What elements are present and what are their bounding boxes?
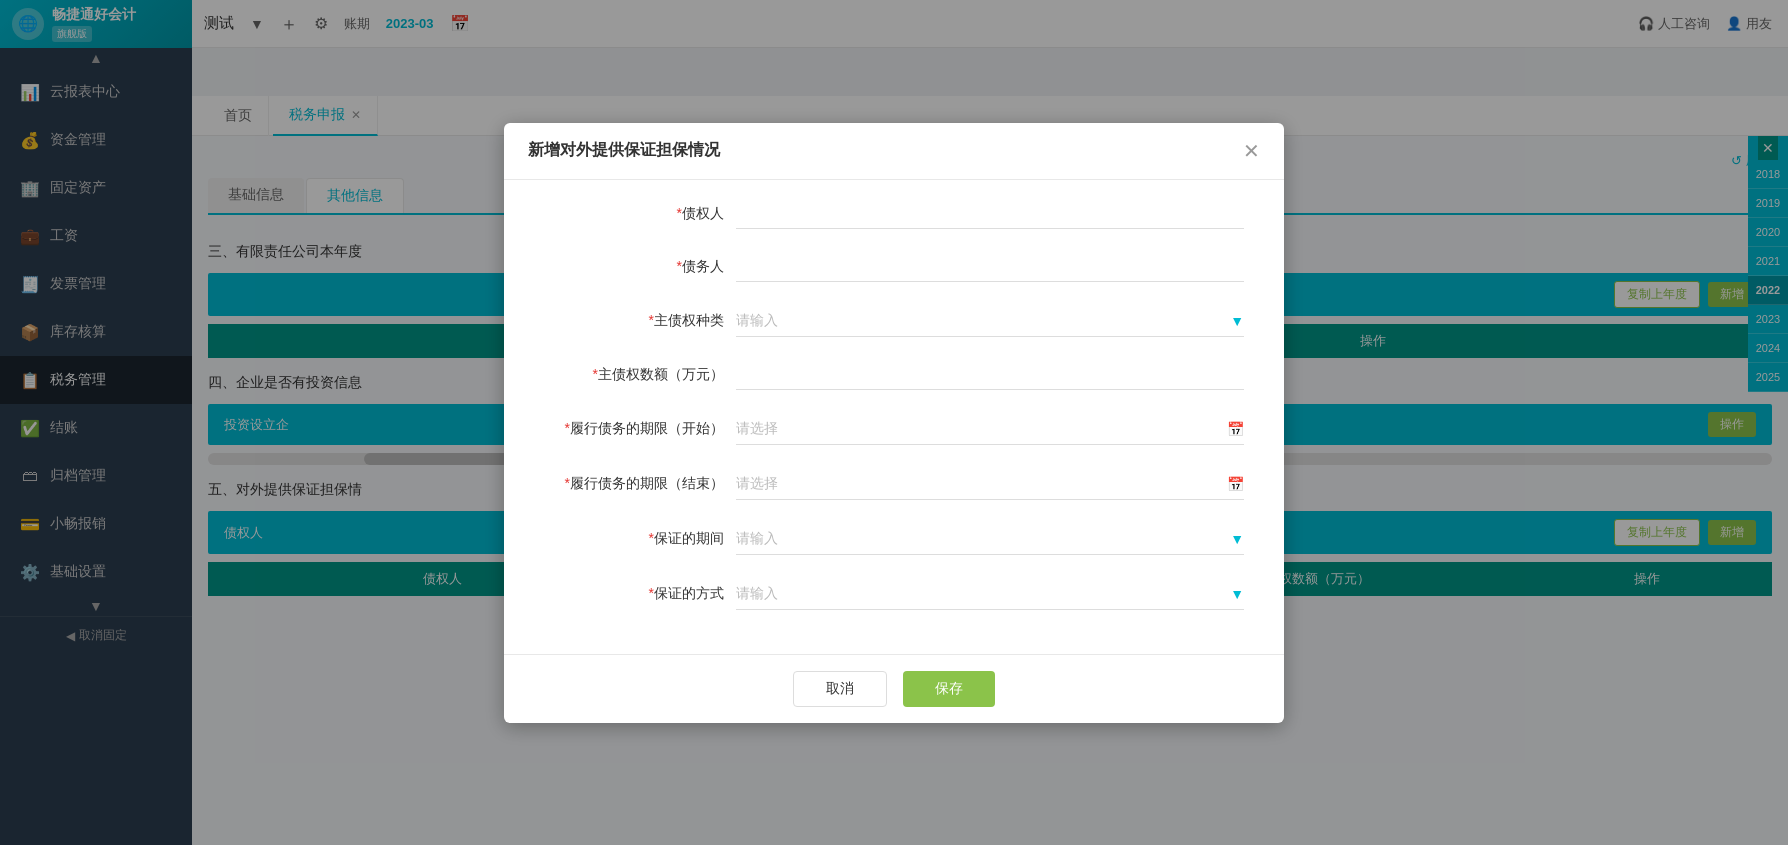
creditor-input[interactable] bbox=[736, 200, 1244, 229]
form-row-guarantee-period: *保证的期间 请输入 ▼ bbox=[544, 524, 1244, 555]
cancel-button[interactable]: 取消 bbox=[793, 671, 887, 707]
period-end-placeholder: 请选择 bbox=[736, 475, 1227, 493]
calendar-start-icon: 📅 bbox=[1227, 421, 1244, 437]
debtor-label: *债务人 bbox=[544, 258, 724, 276]
guarantee-method-label: *保证的方式 bbox=[544, 585, 724, 603]
debt-amount-input[interactable] bbox=[736, 361, 1244, 390]
guarantee-method-placeholder: 请输入 bbox=[736, 585, 1230, 603]
form-row-debt-type: *主债权种类 请输入 ▼ bbox=[544, 306, 1244, 337]
debt-amount-label: *主债权数额（万元） bbox=[544, 366, 724, 384]
form-row-creditor: *债权人 bbox=[544, 200, 1244, 229]
guarantee-period-placeholder: 请输入 bbox=[736, 530, 1230, 548]
modal-close-btn[interactable]: ✕ bbox=[1243, 139, 1260, 163]
modal-title: 新增对外提供保证担保情况 bbox=[528, 140, 720, 161]
guarantee-method-select[interactable]: 请输入 ▼ bbox=[736, 579, 1244, 610]
debt-type-select[interactable]: 请输入 ▼ bbox=[736, 306, 1244, 337]
period-start-placeholder: 请选择 bbox=[736, 420, 1227, 438]
calendar-end-icon: 📅 bbox=[1227, 476, 1244, 492]
required-mark: * bbox=[677, 258, 682, 274]
modal-body: *债权人 *债务人 *主债权种类 请输入 ▼ bbox=[504, 180, 1284, 654]
guarantee-period-label: *保证的期间 bbox=[544, 530, 724, 548]
period-end-datepicker[interactable]: 请选择 📅 bbox=[736, 469, 1244, 500]
form-row-debtor: *债务人 bbox=[544, 253, 1244, 282]
required-mark: * bbox=[593, 366, 598, 382]
creditor-label: *债权人 bbox=[544, 205, 724, 223]
save-button[interactable]: 保存 bbox=[903, 671, 995, 707]
form-row-period-end: *履行债务的期限（结束） 请选择 📅 bbox=[544, 469, 1244, 500]
period-start-datepicker[interactable]: 请选择 📅 bbox=[736, 414, 1244, 445]
modal-header: 新增对外提供保证担保情况 ✕ bbox=[504, 123, 1284, 180]
required-mark: * bbox=[649, 585, 654, 601]
debtor-input[interactable] bbox=[736, 253, 1244, 282]
modal-footer: 取消 保存 bbox=[504, 654, 1284, 723]
chevron-down-icon3: ▼ bbox=[1230, 586, 1244, 602]
debt-type-label: *主债权种类 bbox=[544, 312, 724, 330]
chevron-down-icon2: ▼ bbox=[1230, 531, 1244, 547]
modal-overlay[interactable]: 新增对外提供保证担保情况 ✕ *债权人 *债务人 * bbox=[0, 0, 1788, 845]
form-row-period-start: *履行债务的期限（开始） 请选择 📅 bbox=[544, 414, 1244, 445]
guarantee-period-select[interactable]: 请输入 ▼ bbox=[736, 524, 1244, 555]
required-mark: * bbox=[649, 530, 654, 546]
modal-dialog: 新增对外提供保证担保情况 ✕ *债权人 *债务人 * bbox=[504, 123, 1284, 723]
debt-type-placeholder: 请输入 bbox=[736, 312, 1230, 330]
required-mark: * bbox=[565, 475, 570, 491]
period-start-label: *履行债务的期限（开始） bbox=[544, 420, 724, 438]
required-mark: * bbox=[565, 420, 570, 436]
required-mark: * bbox=[649, 312, 654, 328]
required-mark: * bbox=[677, 205, 682, 221]
form-row-debt-amount: *主债权数额（万元） bbox=[544, 361, 1244, 390]
chevron-down-icon: ▼ bbox=[1230, 313, 1244, 329]
form-row-guarantee-method: *保证的方式 请输入 ▼ bbox=[544, 579, 1244, 610]
period-end-label: *履行债务的期限（结束） bbox=[544, 475, 724, 493]
